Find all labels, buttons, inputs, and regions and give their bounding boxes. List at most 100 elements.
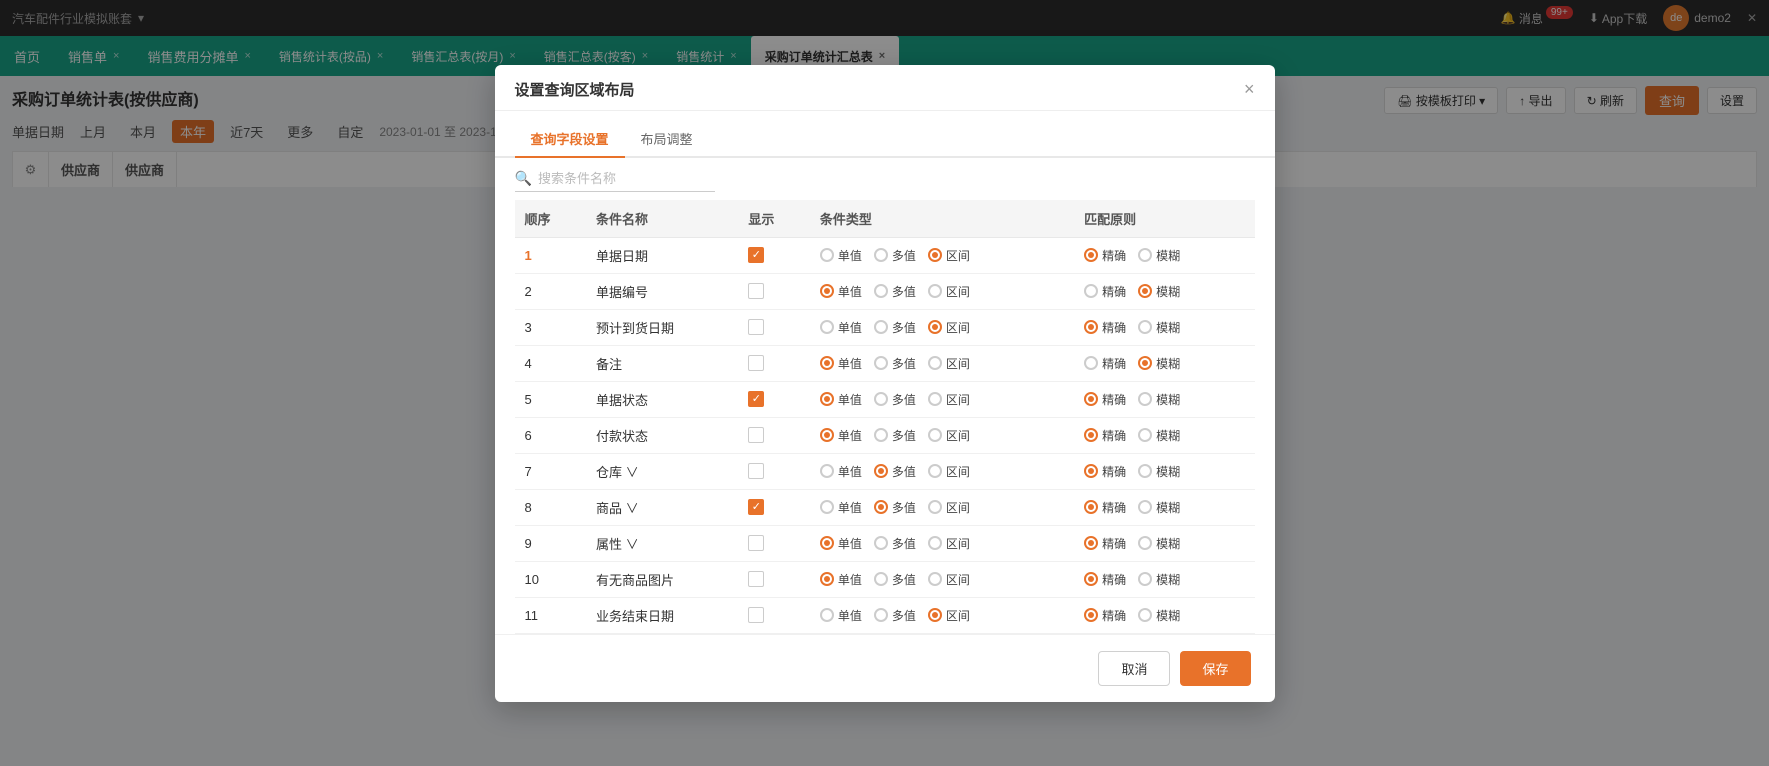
type-radio-多值[interactable]: 多值 [874,391,916,408]
type-radio-单值[interactable]: 单值 [820,607,862,624]
type-radio-单值[interactable]: 单值 [820,535,862,552]
display-checkbox[interactable] [748,535,764,551]
display-checkbox[interactable] [748,283,764,299]
match-radio-模糊[interactable]: 模糊 [1138,355,1180,372]
radio-circle [928,356,942,370]
radio-circle [874,608,888,622]
display-checkbox[interactable] [748,571,764,587]
type-radio-区间[interactable]: 区间 [928,391,970,408]
cell-display [738,453,810,489]
radio-circle [874,428,888,442]
tab-layout[interactable]: 布局调整 [625,121,709,158]
radio-label: 精确 [1102,535,1126,552]
cell-order: 10 [515,561,587,597]
display-checkbox[interactable] [748,607,764,623]
type-radio-区间[interactable]: 区间 [928,355,970,372]
display-checkbox[interactable] [748,463,764,479]
match-radio-精确[interactable]: 精确 [1084,355,1126,372]
type-radio-多值[interactable]: 多值 [874,427,916,444]
cell-name: 有无商品图片 [586,561,738,597]
type-radio-单值[interactable]: 单值 [820,391,862,408]
match-radio-模糊[interactable]: 模糊 [1138,247,1180,264]
type-radio-区间[interactable]: 区间 [928,463,970,480]
display-checkbox[interactable] [748,499,764,515]
match-radio-精确[interactable]: 精确 [1084,463,1126,480]
match-radio-精确[interactable]: 精确 [1084,427,1126,444]
modal-close-btn[interactable]: × [1244,80,1255,98]
display-checkbox[interactable] [748,319,764,335]
match-radio-模糊[interactable]: 模糊 [1138,463,1180,480]
match-radio-精确[interactable]: 精确 [1084,571,1126,588]
type-radio-多值[interactable]: 多值 [874,355,916,372]
radio-circle [1084,500,1098,514]
order-num: 1 [525,248,532,263]
type-radio-多值[interactable]: 多值 [874,247,916,264]
radio-label: 精确 [1102,463,1126,480]
type-radio-区间[interactable]: 区间 [928,535,970,552]
type-radio-多值[interactable]: 多值 [874,463,916,480]
match-radio-模糊[interactable]: 模糊 [1138,283,1180,300]
display-checkbox[interactable] [748,247,764,263]
type-radio-单值[interactable]: 单值 [820,463,862,480]
radio-circle [1138,464,1152,478]
match-radio-模糊[interactable]: 模糊 [1138,499,1180,516]
match-radio-精确[interactable]: 精确 [1084,247,1126,264]
match-radio-精确[interactable]: 精确 [1084,319,1126,336]
type-radio-单值[interactable]: 单值 [820,355,862,372]
match-radio-模糊[interactable]: 模糊 [1138,607,1180,624]
type-radio-区间[interactable]: 区间 [928,319,970,336]
cell-display [738,525,810,561]
match-radio-精确[interactable]: 精确 [1084,535,1126,552]
type-radio-单值[interactable]: 单值 [820,499,862,516]
cell-display [738,561,810,597]
match-radio-模糊[interactable]: 模糊 [1138,427,1180,444]
modal-search-row: 🔍 [495,158,1275,200]
match-radio-精确[interactable]: 精确 [1084,283,1126,300]
match-radio-模糊[interactable]: 模糊 [1138,571,1180,588]
type-radio-区间[interactable]: 区间 [928,283,970,300]
type-radio-单值[interactable]: 单值 [820,247,862,264]
type-radio-单值[interactable]: 单值 [820,319,862,336]
display-checkbox[interactable] [748,355,764,371]
type-radio-区间[interactable]: 区间 [928,499,970,516]
match-radio-模糊[interactable]: 模糊 [1138,535,1180,552]
radio-label: 精确 [1102,283,1126,300]
radio-label: 单值 [838,571,862,588]
cell-match: 精确模糊 [1074,561,1254,597]
type-radio-区间[interactable]: 区间 [928,247,970,264]
table-row: 4备注单值多值区间精确模糊 [515,345,1255,381]
cell-order: 4 [515,345,587,381]
type-radio-区间[interactable]: 区间 [928,427,970,444]
type-radio-区间[interactable]: 区间 [928,571,970,588]
match-radio-精确[interactable]: 精确 [1084,499,1126,516]
type-radio-单值[interactable]: 单值 [820,571,862,588]
type-radio-多值[interactable]: 多值 [874,535,916,552]
tab-query-fields[interactable]: 查询字段设置 [515,121,625,158]
match-radio-精确[interactable]: 精确 [1084,391,1126,408]
type-radio-单值[interactable]: 单值 [820,283,862,300]
radio-circle [820,608,834,622]
type-radio-多值[interactable]: 多值 [874,319,916,336]
type-radio-多值[interactable]: 多值 [874,571,916,588]
radio-label: 精确 [1102,571,1126,588]
match-radio-模糊[interactable]: 模糊 [1138,319,1180,336]
cell-type: 单值多值区间 [810,453,1074,489]
cell-order: 2 [515,273,587,309]
radio-label: 区间 [946,319,970,336]
match-radio-模糊[interactable]: 模糊 [1138,391,1180,408]
radio-label: 多值 [892,571,916,588]
save-btn[interactable]: 保存 [1180,651,1250,686]
cell-type: 单值多值区间 [810,381,1074,417]
cancel-btn[interactable]: 取消 [1098,651,1170,686]
display-checkbox[interactable] [748,427,764,443]
type-radio-多值[interactable]: 多值 [874,607,916,624]
search-input[interactable] [538,171,698,186]
radio-circle [820,320,834,334]
match-radio-精确[interactable]: 精确 [1084,607,1126,624]
type-radio-单值[interactable]: 单值 [820,427,862,444]
type-radio-多值[interactable]: 多值 [874,499,916,516]
type-radio-区间[interactable]: 区间 [928,607,970,624]
type-radio-多值[interactable]: 多值 [874,283,916,300]
cell-display [738,273,810,309]
display-checkbox[interactable] [748,391,764,407]
